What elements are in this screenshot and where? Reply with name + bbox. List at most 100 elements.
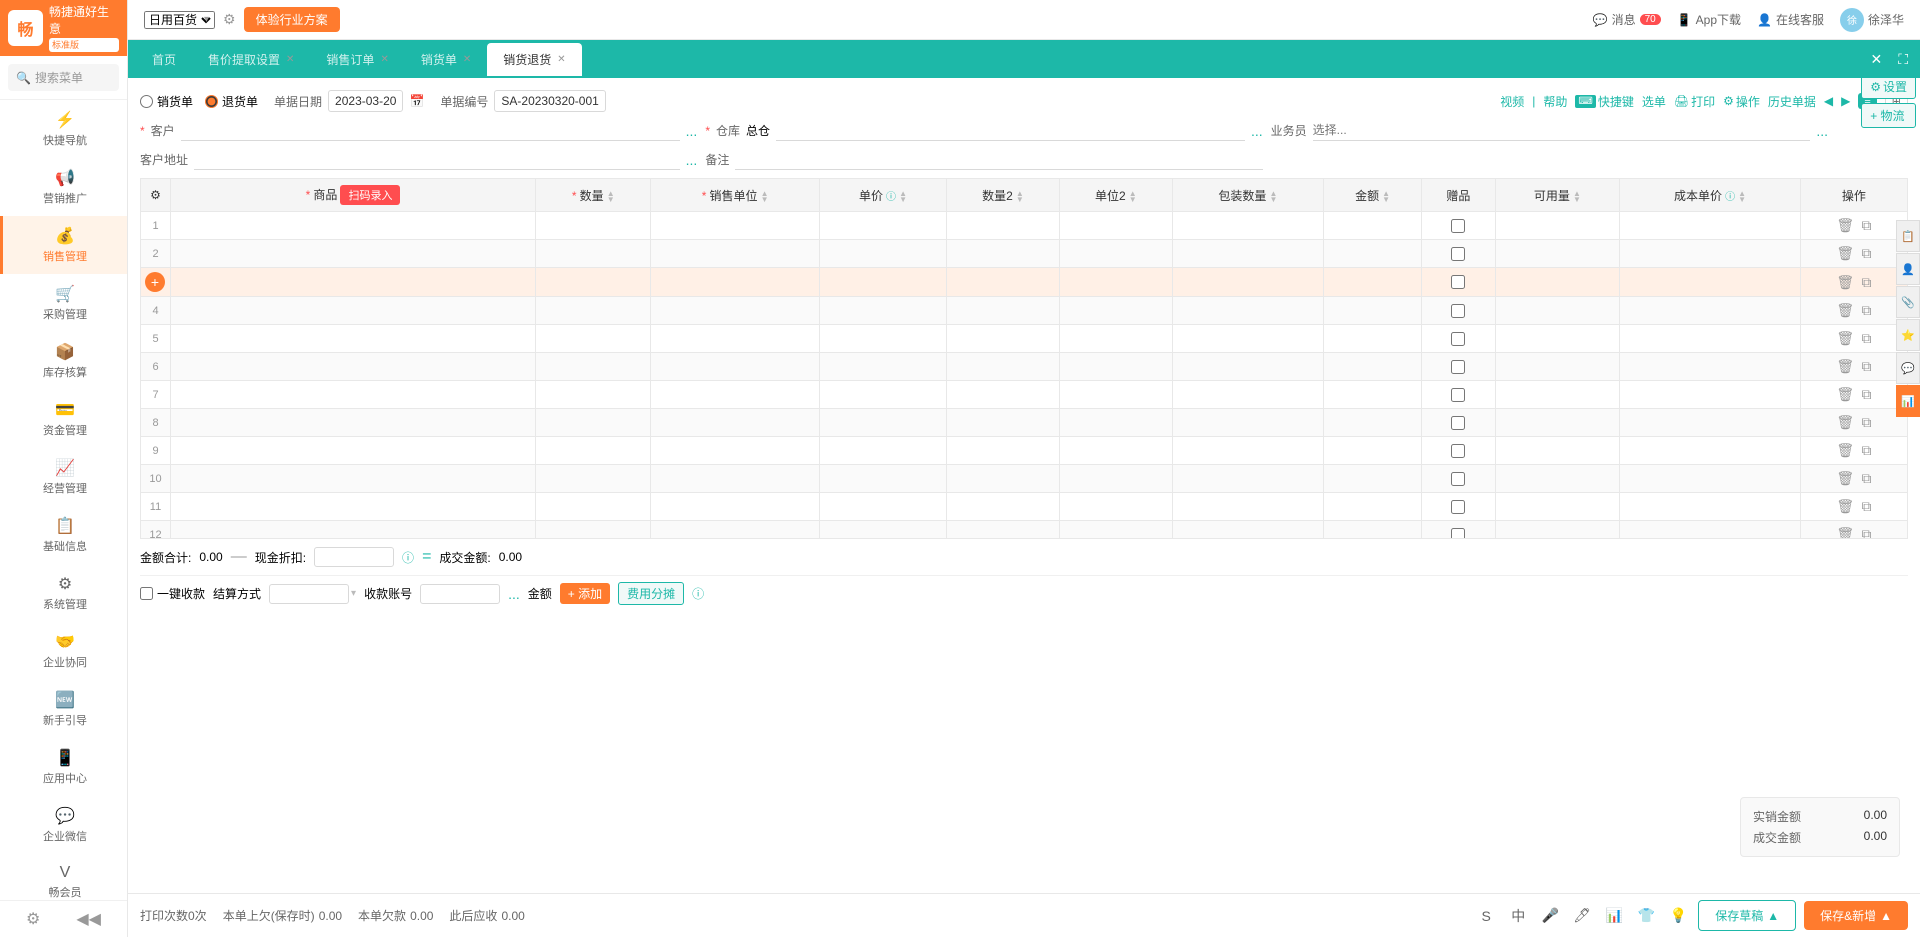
gift-cell-6[interactable] <box>1422 353 1496 381</box>
product-cell-4[interactable] <box>171 297 536 325</box>
available-cell-3[interactable] <box>1495 268 1620 297</box>
amount-sort-icon[interactable]: ▲▼ <box>1382 191 1390 202</box>
quantity-cell-8[interactable] <box>536 409 651 437</box>
pack-qty-cell-5[interactable] <box>1172 325 1323 353</box>
quantity-cell-6[interactable] <box>536 353 651 381</box>
product-cell-12[interactable] <box>171 521 536 539</box>
gift-checkbox-3[interactable] <box>1451 275 1465 289</box>
select-btn[interactable]: 选单 <box>1642 93 1666 110</box>
unit2-cell-5[interactable] <box>1059 325 1172 353</box>
radio-return[interactable]: 退货单 <box>205 93 258 110</box>
qty2-cell-1[interactable] <box>947 212 1060 240</box>
user-profile-item[interactable]: 徐 徐泽华 <box>1840 8 1904 32</box>
pack-qty-cell-12[interactable] <box>1172 521 1323 539</box>
available-sort-icon[interactable]: ▲▼ <box>1573 191 1581 202</box>
unit2-sort-icon[interactable]: ▲▼ <box>1129 191 1137 202</box>
unit-price-cell-6[interactable] <box>819 353 946 381</box>
unit2-cell-11[interactable] <box>1059 493 1172 521</box>
delete-row-9[interactable]: 🗑 <box>1834 442 1856 459</box>
sale-unit-cell-6[interactable] <box>651 353 820 381</box>
cost-sort-icon[interactable]: ▲▼ <box>1738 191 1746 202</box>
qty2-cell-11[interactable] <box>947 493 1060 521</box>
tab-sales-return[interactable]: 销货退货 ✕ <box>487 43 581 76</box>
available-cell-6[interactable] <box>1495 353 1620 381</box>
right-panel-btn-6[interactable]: 📊 <box>1896 385 1920 417</box>
tool-icon-6[interactable]: 👕 <box>1634 904 1658 928</box>
online-service-item[interactable]: 👤 在线客服 <box>1757 11 1824 28</box>
qty2-cell-7[interactable] <box>947 381 1060 409</box>
unit2-cell-12[interactable] <box>1059 521 1172 539</box>
product-cell-11[interactable] <box>171 493 536 521</box>
radio-sale[interactable]: 销货单 <box>140 93 193 110</box>
gift-cell-11[interactable] <box>1422 493 1496 521</box>
add-payment-button[interactable]: + 添加 <box>560 583 610 604</box>
save-draft-button[interactable]: 保存草稿 ▲ <box>1698 900 1796 931</box>
sale-unit-cell-7[interactable] <box>651 381 820 409</box>
settings-btn[interactable]: ⚙ 设置 <box>1861 78 1916 99</box>
cost-price-cell-2[interactable] <box>1620 240 1801 268</box>
shortcut-btn[interactable]: ⌨ 快捷键 <box>1575 93 1633 110</box>
sidebar-item-basics[interactable]: 📋 基础信息 <box>0 506 127 564</box>
fullscreen-button[interactable]: ⛶ <box>1894 47 1912 72</box>
amount-cell-11[interactable] <box>1324 493 1422 521</box>
gift-cell-10[interactable] <box>1422 465 1496 493</box>
salesperson-input[interactable] <box>1313 120 1811 141</box>
sale-unit-cell-3[interactable] <box>651 268 820 297</box>
cash-discount-input[interactable] <box>314 547 394 567</box>
gift-checkbox-9[interactable] <box>1451 444 1465 458</box>
quantity-cell-3[interactable] <box>536 268 651 297</box>
product-cell-6[interactable] <box>171 353 536 381</box>
unit-price-cell-4[interactable] <box>819 297 946 325</box>
topbar-settings-button[interactable]: ⚙ <box>223 11 236 28</box>
one-click-checkbox[interactable] <box>140 587 153 600</box>
sidebar-item-appstore[interactable]: 📱 应用中心 <box>0 738 127 796</box>
address-picker-button[interactable]: ... <box>686 152 698 168</box>
salesperson-picker-button[interactable]: ... <box>1816 123 1828 139</box>
gift-checkbox-2[interactable] <box>1451 247 1465 261</box>
qty2-cell-9[interactable] <box>947 437 1060 465</box>
date-value[interactable]: 2023-03-20 <box>328 90 403 112</box>
gift-checkbox-7[interactable] <box>1451 388 1465 402</box>
cost-price-cell-10[interactable] <box>1620 465 1801 493</box>
delete-row-12[interactable]: 🗑 <box>1834 526 1856 538</box>
unit-price-cell-3[interactable] <box>819 268 946 297</box>
unit2-cell-7[interactable] <box>1059 381 1172 409</box>
next-record-button[interactable]: ▶ <box>1841 94 1850 108</box>
unit-price-cell-7[interactable] <box>819 381 946 409</box>
delete-row-2[interactable]: 🗑 <box>1834 245 1856 262</box>
gift-cell-4[interactable] <box>1422 297 1496 325</box>
qty2-cell-3[interactable] <box>947 268 1060 297</box>
qty2-cell-2[interactable] <box>947 240 1060 268</box>
tool-icon-7[interactable]: 💡 <box>1666 904 1690 928</box>
sale-unit-cell-4[interactable] <box>651 297 820 325</box>
help-btn[interactable]: 帮助 <box>1543 93 1567 110</box>
column-settings-icon[interactable]: ⚙ <box>150 188 161 202</box>
docnum-value[interactable]: SA-20230320-001 <box>494 90 605 112</box>
add-logistics-btn[interactable]: + 物流 <box>1861 103 1916 128</box>
gift-cell-8[interactable] <box>1422 409 1496 437</box>
price-sort-icon[interactable]: ▲▼ <box>899 191 907 202</box>
sidebar-item-purchase[interactable]: 🛒 采购管理 <box>0 274 127 332</box>
delete-row-5[interactable]: 🗑 <box>1834 330 1856 347</box>
cost-price-cell-11[interactable] <box>1620 493 1801 521</box>
amount-cell-7[interactable] <box>1324 381 1422 409</box>
copy-row-7[interactable]: ⧉ <box>1859 386 1873 403</box>
right-panel-btn-4[interactable]: ⭐ <box>1896 319 1920 351</box>
amount-cell-10[interactable] <box>1324 465 1422 493</box>
cost-price-cell-6[interactable] <box>1620 353 1801 381</box>
tab-sales-order[interactable]: 销售订单 ✕ <box>310 43 404 76</box>
gift-cell-1[interactable] <box>1422 212 1496 240</box>
unit-price-cell-1[interactable] <box>819 212 946 240</box>
pack-qty-cell-4[interactable] <box>1172 297 1323 325</box>
pack-qty-cell-8[interactable] <box>1172 409 1323 437</box>
qty2-cell-4[interactable] <box>947 297 1060 325</box>
remark-input[interactable] <box>735 149 1262 170</box>
cost-price-cell-8[interactable] <box>1620 409 1801 437</box>
tab-sales-bill[interactable]: 销货单 ✕ <box>405 43 487 76</box>
tab-sales-order-close[interactable]: ✕ <box>380 54 388 65</box>
sale-unit-cell-10[interactable] <box>651 465 820 493</box>
unit2-cell-4[interactable] <box>1059 297 1172 325</box>
gift-checkbox-11[interactable] <box>1451 500 1465 514</box>
calc-method-input[interactable] <box>269 584 349 604</box>
unit2-cell-2[interactable] <box>1059 240 1172 268</box>
